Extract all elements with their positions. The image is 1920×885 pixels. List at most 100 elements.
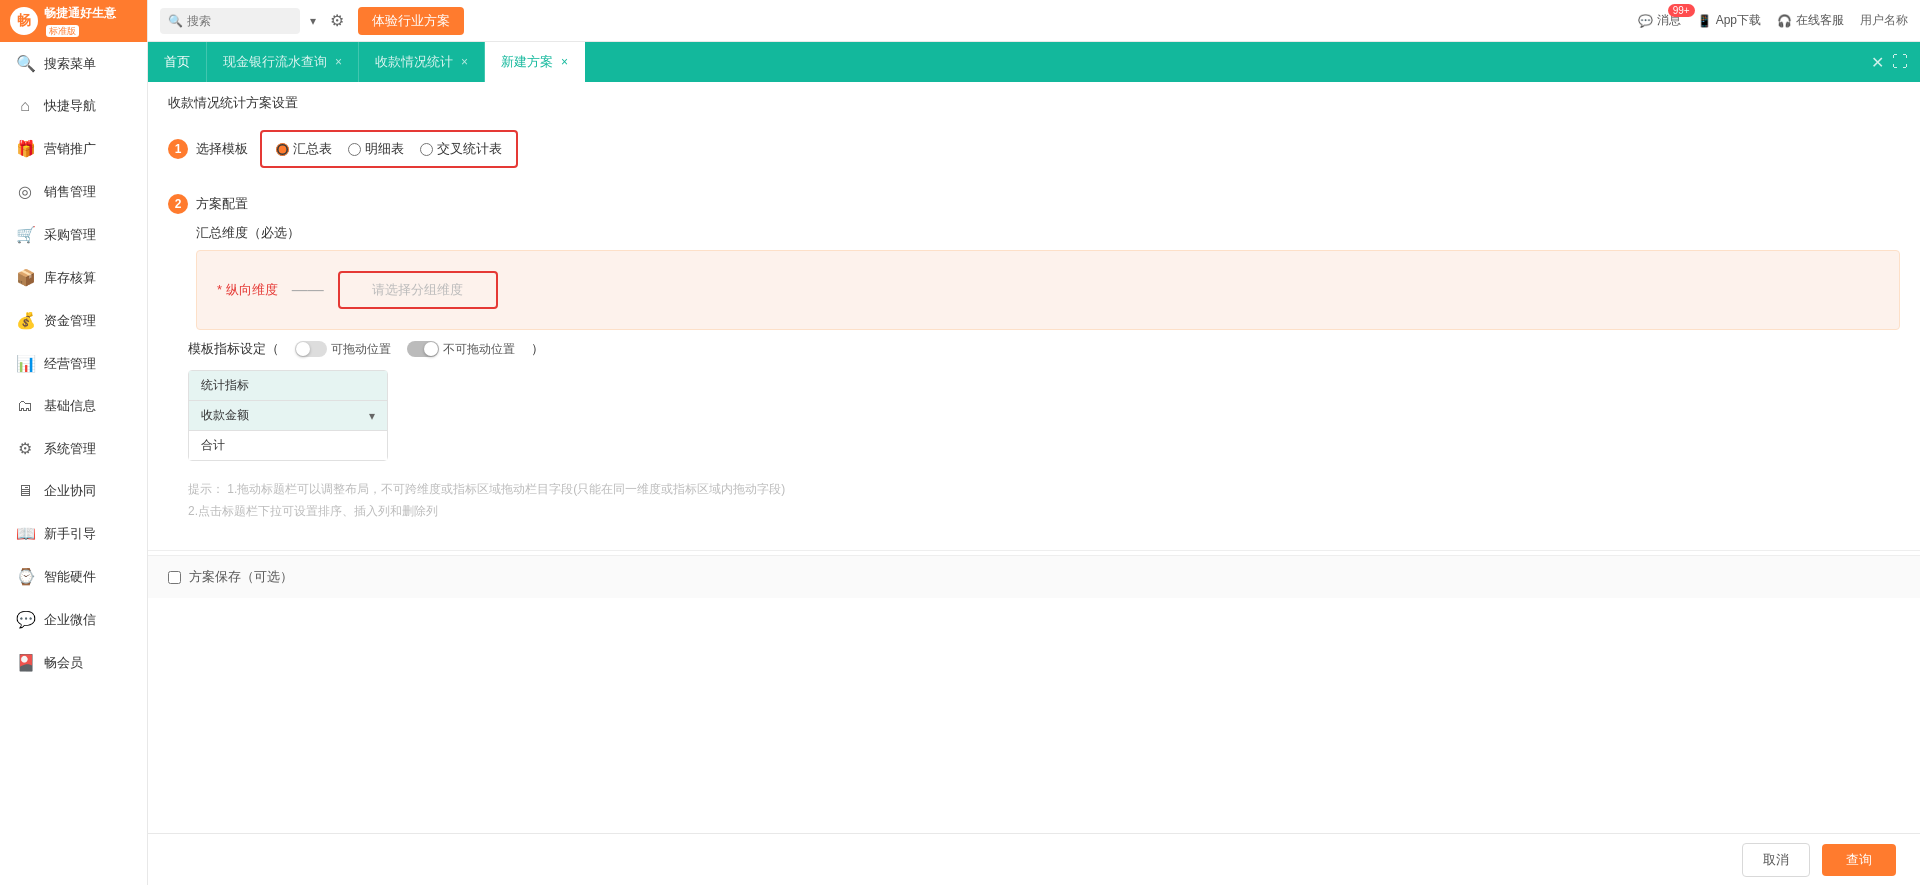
- tab-home-label: 首页: [164, 53, 190, 71]
- sidebar-item-member[interactable]: 🎴 畅会员: [0, 641, 147, 684]
- search-bar[interactable]: 🔍: [160, 8, 300, 34]
- sidebar-item-label: 智能硬件: [44, 568, 96, 586]
- stats-section-header: 统计指标: [189, 371, 387, 401]
- message-button[interactable]: 💬 消息 99+: [1638, 12, 1681, 29]
- dimension-row: * 纵向维度 —— 请选择分组维度: [217, 271, 1879, 309]
- stats-column-label: 收款金额: [201, 407, 249, 424]
- sidebar-item-operations[interactable]: 📊 经营管理: [0, 342, 147, 385]
- page-title: 收款情况统计方案设置: [168, 95, 298, 110]
- sidebar-item-label: 系统管理: [44, 440, 96, 458]
- close-window-icon[interactable]: ✕: [1871, 53, 1884, 72]
- page-title-bar: 收款情况统计方案设置: [148, 82, 1920, 120]
- sidebar-item-search[interactable]: 🔍 搜索菜单: [0, 42, 147, 85]
- column-dropdown-icon[interactable]: ▾: [369, 409, 375, 423]
- unmovable-toggle: 不可拖动位置: [407, 341, 515, 358]
- sidebar-item-finance[interactable]: 💰 资金管理: [0, 299, 147, 342]
- tab-collection-stat-label: 收款情况统计: [375, 53, 453, 71]
- dimension-area-wrapper: 汇总维度（必选） * 纵向维度 —— 请选择分组维度: [196, 224, 1900, 330]
- tab-bank-flow-label: 现金银行流水查询: [223, 53, 327, 71]
- tab-collection-stat-close[interactable]: ×: [461, 55, 468, 69]
- tab-bank-flow[interactable]: 现金银行流水查询 ×: [207, 42, 359, 82]
- sidebar-item-sales[interactable]: ◎ 销售管理: [0, 170, 147, 213]
- sidebar-item-label: 新手引导: [44, 525, 96, 543]
- maximize-icon[interactable]: ⛶: [1892, 53, 1908, 71]
- tab-new-plan[interactable]: 新建方案 ×: [485, 42, 585, 82]
- sidebar-item-purchase[interactable]: 🛒 采购管理: [0, 213, 147, 256]
- movable-toggle[interactable]: 可拖动位置: [295, 341, 391, 358]
- radio-detail-input[interactable]: [348, 143, 361, 156]
- sidebar-item-label: 资金管理: [44, 312, 96, 330]
- stats-table: 统计指标 收款金额 ▾ 合计: [188, 370, 388, 461]
- sales-icon: ◎: [16, 182, 34, 201]
- sidebar-item-quick-nav[interactable]: ⌂ 快捷导航: [0, 85, 147, 127]
- sidebar-item-inventory[interactable]: 📦 库存核算: [0, 256, 147, 299]
- logo-icon: 畅: [10, 7, 38, 35]
- close-paren: ）: [531, 340, 544, 358]
- sidebar-item-guide[interactable]: 📖 新手引导: [0, 512, 147, 555]
- movable-switch[interactable]: [295, 341, 327, 357]
- tab-collection-stat[interactable]: 收款情况统计 ×: [359, 42, 485, 82]
- app-label: App下载: [1716, 12, 1761, 29]
- sidebar: 畅 畅捷通好生意 标准版 🔍 搜索菜单 ⌂ 快捷导航 🎁 营销推广 ◎ 销售管理…: [0, 0, 148, 885]
- money-icon: 💰: [16, 311, 34, 330]
- indicator-title: 模板指标设定（: [188, 340, 279, 358]
- sidebar-nav: 🔍 搜索菜单 ⌂ 快捷导航 🎁 营销推广 ◎ 销售管理 🛒 采购管理 📦 库存核…: [0, 42, 147, 885]
- sidebar-item-system[interactable]: ⚙ 系统管理: [0, 427, 147, 470]
- chart-icon: 📊: [16, 354, 34, 373]
- radio-cross[interactable]: 交叉统计表: [420, 140, 502, 158]
- movable-label: 可拖动位置: [331, 341, 391, 358]
- sidebar-item-enterprise[interactable]: 🖥 企业协同: [0, 470, 147, 512]
- dimension-select[interactable]: 请选择分组维度: [338, 271, 498, 309]
- radio-detail-label: 明细表: [365, 140, 404, 158]
- settings-icon[interactable]: ⚙: [330, 11, 344, 30]
- tab-new-plan-label: 新建方案: [501, 53, 553, 71]
- stats-column-row: 收款金额 ▾: [189, 401, 387, 431]
- sidebar-item-label: 经营管理: [44, 355, 96, 373]
- section-divider: [148, 550, 1920, 551]
- sidebar-item-label: 基础信息: [44, 397, 96, 415]
- dimension-row-label: * 纵向维度: [217, 281, 278, 299]
- topbar: 🔍 ▾ ⚙ 体验行业方案 💬 消息 99+ 📱 App下载 🎧 在线客服 用户名…: [148, 0, 1920, 42]
- customer-service-button[interactable]: 🎧 在线客服: [1777, 12, 1844, 29]
- query-button[interactable]: 查询: [1822, 844, 1896, 876]
- step1-section: 1 选择模板 汇总表 明细表 交叉统计表: [148, 120, 1920, 188]
- sidebar-item-marketing[interactable]: 🎁 营销推广: [0, 127, 147, 170]
- tab-bank-flow-close[interactable]: ×: [335, 55, 342, 69]
- search-dropdown-icon[interactable]: ▾: [310, 14, 316, 28]
- step1-number: 1: [168, 139, 188, 159]
- radio-cross-input[interactable]: [420, 143, 433, 156]
- arrow-icon: ——: [292, 281, 324, 299]
- app-download-button[interactable]: 📱 App下载: [1697, 12, 1761, 29]
- radio-summary-label: 汇总表: [293, 140, 332, 158]
- search-icon: 🔍: [168, 14, 183, 28]
- watch-icon: ⌚: [16, 567, 34, 586]
- gear-icon: ⚙: [16, 439, 34, 458]
- trial-button[interactable]: 体验行业方案: [358, 7, 464, 35]
- cancel-button[interactable]: 取消: [1742, 843, 1810, 877]
- monitor-icon: 🖥: [16, 482, 34, 500]
- sidebar-item-label: 快捷导航: [44, 97, 96, 115]
- home-icon: ⌂: [16, 97, 34, 115]
- bottom-save-bar: 方案保存（可选）: [148, 555, 1920, 598]
- tab-new-plan-close[interactable]: ×: [561, 55, 568, 69]
- radio-detail[interactable]: 明细表: [348, 140, 404, 158]
- step1-header: 1 选择模板 汇总表 明细表 交叉统计表: [168, 130, 1900, 168]
- save-checkbox[interactable]: [168, 571, 181, 584]
- topbar-right: 💬 消息 99+ 📱 App下载 🎧 在线客服 用户名称: [1638, 12, 1908, 29]
- indicator-header: 模板指标设定（ 可拖动位置 不可拖动位置: [188, 340, 1880, 358]
- tab-home[interactable]: 首页: [148, 42, 207, 82]
- radio-summary-input[interactable]: [276, 143, 289, 156]
- unmovable-label: 不可拖动位置: [443, 341, 515, 358]
- box-icon: 📦: [16, 268, 34, 287]
- sidebar-item-basic[interactable]: 🗂 基础信息: [0, 385, 147, 427]
- sidebar-item-wechat[interactable]: 💬 企业微信: [0, 598, 147, 641]
- page-inner: 收款情况统计方案设置 1 选择模板 汇总表 明细表: [148, 82, 1920, 833]
- search-input[interactable]: [187, 14, 287, 28]
- save-label: 方案保存（可选）: [189, 568, 293, 586]
- radio-summary[interactable]: 汇总表: [276, 140, 332, 158]
- step2-title: 方案配置: [196, 195, 248, 213]
- sidebar-item-hardware[interactable]: ⌚ 智能硬件: [0, 555, 147, 598]
- sidebar-item-label: 采购管理: [44, 226, 96, 244]
- unmovable-switch[interactable]: [407, 341, 439, 357]
- sidebar-item-label: 库存核算: [44, 269, 96, 287]
